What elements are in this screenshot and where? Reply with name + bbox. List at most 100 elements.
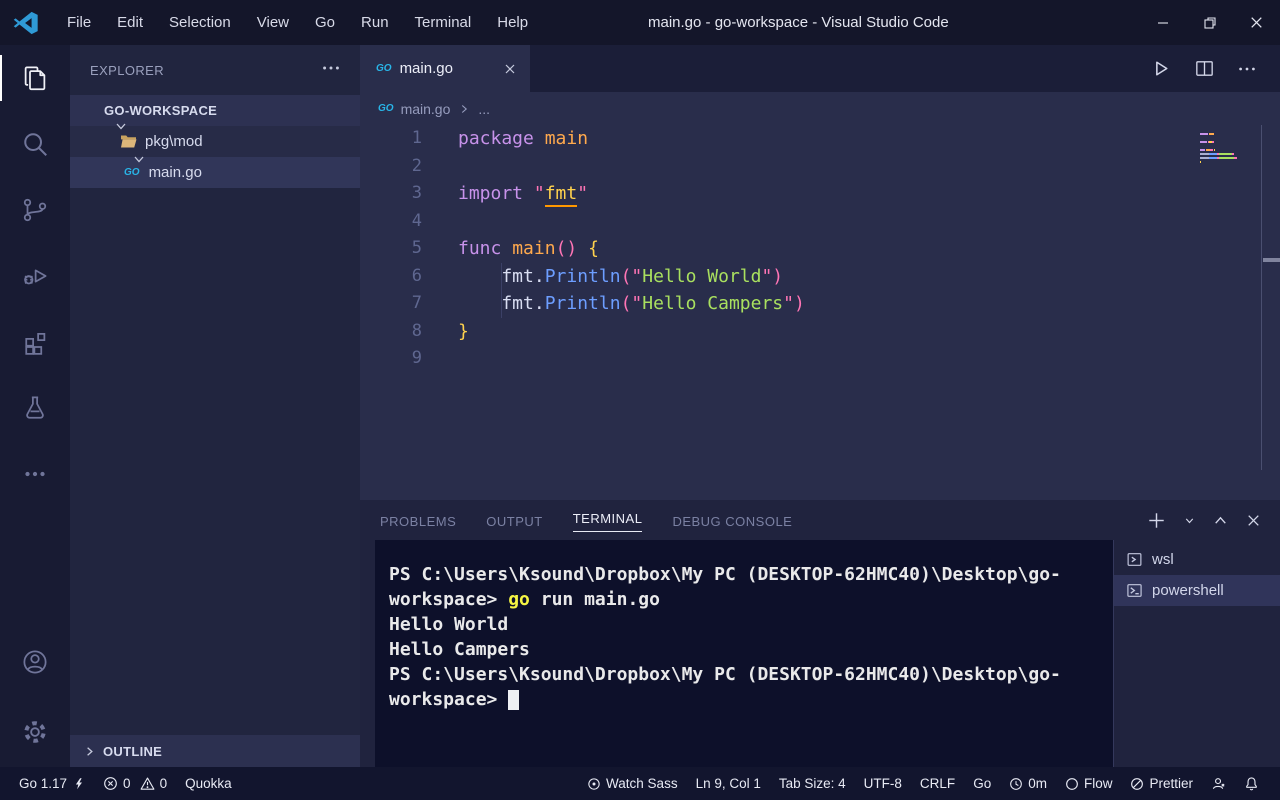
restore-icon[interactable]	[1186, 0, 1233, 45]
more-actions-icon[interactable]	[320, 57, 342, 84]
shell-icon	[1126, 551, 1143, 568]
line-number: 8	[360, 318, 422, 346]
menu-item-edit[interactable]: Edit	[104, 0, 156, 45]
activitybar-item-settings-gear[interactable]	[0, 697, 70, 767]
maximize-panel-icon[interactable]	[1212, 512, 1229, 529]
breadcrumb-symbol[interactable]: ...	[478, 101, 490, 117]
window-controls	[1139, 0, 1280, 45]
panel-tabbar: PROBLEMS OUTPUT TERMINAL DEBUG CONSOLE	[360, 500, 1280, 540]
status-flow[interactable]: Flow	[1056, 767, 1122, 800]
error-icon	[103, 776, 118, 791]
line-number: 2	[360, 153, 422, 181]
run-icon[interactable]	[1148, 56, 1173, 81]
code-line-9: 9	[360, 345, 1280, 373]
close-panel-icon[interactable]	[1245, 512, 1262, 529]
status-encoding[interactable]: UTF-8	[855, 767, 911, 800]
search-icon	[20, 129, 50, 159]
outline-section[interactable]: OUTLINE	[70, 735, 360, 767]
terminal-instance-powershell[interactable]: powershell	[1114, 575, 1280, 606]
statusbar: Go 1.1700Quokka Watch SassLn 9, Col 1Tab…	[0, 767, 1280, 800]
bell-icon	[1244, 776, 1259, 791]
status-go-version[interactable]: Go 1.17	[10, 767, 94, 800]
explorer-title: EXPLORER	[90, 63, 164, 78]
more-views-icon	[20, 459, 50, 489]
status-notifications[interactable]	[1235, 767, 1268, 800]
activitybar-item-source-control[interactable]	[0, 177, 70, 243]
panel-actions	[1146, 510, 1280, 531]
feedback-icon	[1211, 776, 1226, 791]
activitybar-item-run-debug[interactable]	[0, 243, 70, 309]
chevron-down-icon	[82, 103, 98, 119]
activitybar-item-explorer[interactable]	[0, 45, 70, 111]
close-tab-icon[interactable]	[502, 61, 518, 77]
status-feedback[interactable]	[1202, 767, 1235, 800]
minimap[interactable]	[1200, 133, 1254, 169]
more-actions-icon[interactable]	[1236, 58, 1258, 80]
go-file-icon: GO	[124, 167, 140, 178]
status-tab-size[interactable]: Tab Size: 4	[770, 767, 855, 800]
panel-tab-terminal[interactable]: TERMINAL	[573, 508, 643, 532]
code-editor[interactable]: 1package main23import "fmt"45func main()…	[360, 125, 1280, 500]
tree-item-workspace[interactable]: GO-WORKSPACE	[70, 95, 360, 126]
circle-icon	[1065, 777, 1079, 791]
status-watch-sass[interactable]: Watch Sass	[578, 767, 687, 800]
powershell-icon	[1126, 582, 1143, 599]
terminal-instance-wsl[interactable]: wsl	[1114, 544, 1280, 575]
activitybar-item-extensions[interactable]	[0, 309, 70, 375]
terminal-dropdown-icon[interactable]	[1183, 514, 1196, 527]
line-number: 1	[360, 125, 422, 153]
source-control-icon	[20, 195, 50, 225]
activitybar-item-account[interactable]	[0, 627, 70, 697]
code-line-6: 6 fmt.Println("Hello World")	[360, 263, 1280, 291]
menu-item-go[interactable]: Go	[302, 0, 348, 45]
activitybar-item-search[interactable]	[0, 111, 70, 177]
line-number: 3	[360, 180, 422, 208]
breadcrumb: GO main.go ...	[360, 92, 1280, 125]
explorer-sidebar: EXPLORER GO-WORKSPACE pkg\mod GO main.go	[70, 45, 360, 767]
menu-item-terminal[interactable]: Terminal	[402, 0, 485, 45]
watch-icon	[587, 777, 601, 791]
terminal-list: wslpowershell	[1113, 540, 1280, 767]
status-eol-sequence[interactable]: CRLF	[911, 767, 964, 800]
terminal-line: Hello Campers	[389, 637, 1099, 662]
split-editor-icon[interactable]	[1193, 57, 1216, 80]
activitybar-item-more-views[interactable]	[0, 441, 70, 507]
terminal-line: Hello World	[389, 612, 1099, 637]
settings-gear-icon	[20, 717, 50, 747]
code-line-4: 4	[360, 208, 1280, 236]
menu-item-file[interactable]: File	[54, 0, 104, 45]
outline-label: OUTLINE	[103, 744, 162, 759]
menu-bar: FileEditSelectionViewGoRunTerminalHelp	[54, 0, 541, 45]
panel-tab-debug-console[interactable]: DEBUG CONSOLE	[672, 511, 792, 529]
bottom-panel: PROBLEMS OUTPUT TERMINAL DEBUG CONSOLE PS C…	[360, 500, 1280, 767]
menu-item-help[interactable]: Help	[484, 0, 541, 45]
status-prettier[interactable]: Prettier	[1121, 767, 1202, 800]
menu-item-selection[interactable]: Selection	[156, 0, 244, 45]
activitybar-item-testing[interactable]	[0, 375, 70, 441]
explorer-icon	[20, 63, 50, 93]
code-line-8: 8}	[360, 318, 1280, 346]
scrollbar-decoration	[1263, 258, 1280, 262]
breadcrumb-file[interactable]: main.go	[401, 101, 451, 117]
status-language-mode[interactable]: Go	[964, 767, 1000, 800]
status-session-timer[interactable]: 0m	[1000, 767, 1056, 800]
close-icon[interactable]	[1233, 0, 1280, 45]
workspace-label: GO-WORKSPACE	[104, 103, 217, 118]
menu-item-run[interactable]: Run	[348, 0, 402, 45]
line-number: 4	[360, 208, 422, 236]
code-line-7: 7 fmt.Println("Hello Campers")	[360, 290, 1280, 318]
menu-item-view[interactable]: View	[244, 0, 302, 45]
new-terminal-icon[interactable]	[1146, 510, 1167, 531]
minimize-icon[interactable]	[1139, 0, 1186, 45]
status-problems-status[interactable]: 00	[94, 767, 176, 800]
terminal-line: workspace> go run main.go	[389, 587, 1099, 612]
status-cursor-position[interactable]: Ln 9, Col 1	[687, 767, 770, 800]
terminal-output[interactable]: PS C:\Users\Ksound\Dropbox\My PC (DESKTO…	[375, 540, 1113, 767]
status-quokka[interactable]: Quokka	[176, 767, 241, 800]
panel-tab-problems[interactable]: PROBLEMS	[380, 511, 456, 529]
go-file-icon: GO	[378, 103, 394, 114]
run-debug-icon	[20, 261, 50, 291]
panel-tab-output[interactable]: OUTPUT	[486, 511, 542, 529]
tab-main-go[interactable]: GO main.go	[360, 45, 530, 92]
terminal-line: PS C:\Users\Ksound\Dropbox\My PC (DESKTO…	[389, 662, 1099, 687]
